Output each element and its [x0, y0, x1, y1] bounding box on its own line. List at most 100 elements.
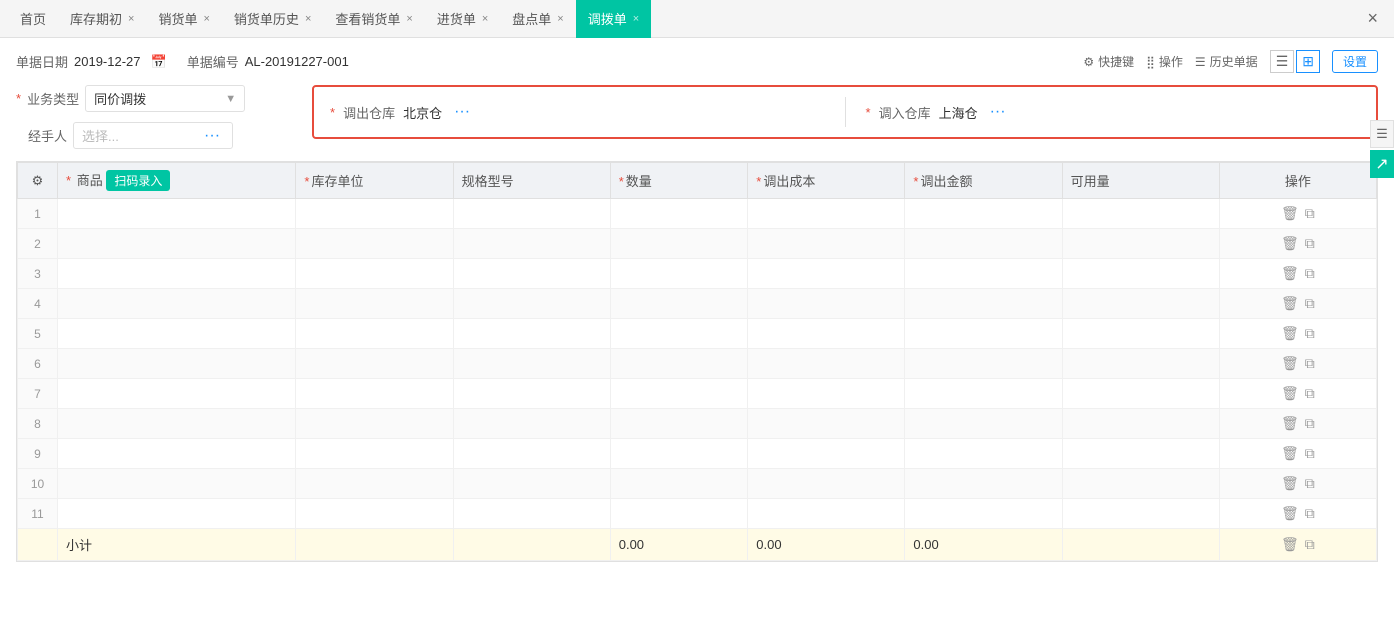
available-cell-2[interactable] [1062, 229, 1219, 259]
available-cell-11[interactable] [1062, 499, 1219, 529]
available-cell-9[interactable] [1062, 439, 1219, 469]
amount-cell-11[interactable] [905, 499, 1062, 529]
copy-row-2[interactable]: ⧉ [1305, 235, 1315, 252]
unit-cell-11[interactable] [296, 499, 453, 529]
spec-cell-5[interactable] [453, 319, 610, 349]
copy-row-8[interactable]: ⧉ [1305, 415, 1315, 432]
available-cell-7[interactable] [1062, 379, 1219, 409]
qty-cell-1[interactable] [610, 199, 748, 229]
goods-cell-4[interactable] [58, 289, 296, 319]
spec-cell-10[interactable] [453, 469, 610, 499]
delete-row-2[interactable]: 🗑 [1281, 235, 1299, 252]
tab-inventory-init[interactable]: 库存期初 × [58, 0, 146, 38]
qty-cell-6[interactable] [610, 349, 748, 379]
spec-cell-11[interactable] [453, 499, 610, 529]
tab-close-sales-history[interactable]: × [305, 13, 311, 25]
calendar-icon[interactable]: 📅 [151, 54, 167, 70]
spec-cell-6[interactable] [453, 349, 610, 379]
tab-transfer[interactable]: 调拨单 × [576, 0, 651, 38]
qty-cell-5[interactable] [610, 319, 748, 349]
amount-cell-7[interactable] [905, 379, 1062, 409]
amount-cell-8[interactable] [905, 409, 1062, 439]
amount-cell-1[interactable] [905, 199, 1062, 229]
spec-cell-7[interactable] [453, 379, 610, 409]
available-cell-5[interactable] [1062, 319, 1219, 349]
goods-cell-6[interactable] [58, 349, 296, 379]
tab-home[interactable]: 首页 [8, 0, 58, 38]
spec-cell-4[interactable] [453, 289, 610, 319]
unit-cell-4[interactable] [296, 289, 453, 319]
delete-row-10[interactable]: 🗑 [1281, 475, 1299, 492]
amount-cell-3[interactable] [905, 259, 1062, 289]
unit-cell-1[interactable] [296, 199, 453, 229]
qty-cell-9[interactable] [610, 439, 748, 469]
qty-cell-10[interactable] [610, 469, 748, 499]
copy-row-1[interactable]: ⧉ [1305, 205, 1315, 222]
view-grid-icon[interactable]: ⊞ [1296, 50, 1320, 73]
in-warehouse-ellipsis[interactable]: ··· [986, 103, 1010, 121]
amount-cell-10[interactable] [905, 469, 1062, 499]
tab-close-sales-order[interactable]: × [203, 13, 209, 25]
amount-cell-4[interactable] [905, 289, 1062, 319]
cost-cell-1[interactable] [748, 199, 905, 229]
handler-ellipsis[interactable]: ··· [200, 127, 224, 145]
delete-row-8[interactable]: 🗑 [1281, 415, 1299, 432]
cost-cell-2[interactable] [748, 229, 905, 259]
unit-cell-9[interactable] [296, 439, 453, 469]
out-warehouse-ellipsis[interactable]: ··· [450, 103, 474, 121]
available-cell-4[interactable] [1062, 289, 1219, 319]
copy-row-10[interactable]: ⧉ [1305, 475, 1315, 492]
qty-cell-7[interactable] [610, 379, 748, 409]
unit-cell-7[interactable] [296, 379, 453, 409]
goods-cell-1[interactable] [58, 199, 296, 229]
tab-close-view-sales[interactable]: × [406, 13, 412, 25]
delete-row-3[interactable]: 🗑 [1281, 265, 1299, 282]
sidebar-list-icon[interactable]: ☰ [1370, 120, 1394, 148]
spec-cell-3[interactable] [453, 259, 610, 289]
available-cell-10[interactable] [1062, 469, 1219, 499]
subtotal-copy[interactable]: ⧉ [1305, 536, 1315, 553]
amount-cell-9[interactable] [905, 439, 1062, 469]
copy-row-6[interactable]: ⧉ [1305, 355, 1315, 372]
available-cell-6[interactable] [1062, 349, 1219, 379]
unit-cell-6[interactable] [296, 349, 453, 379]
history-action[interactable]: ☰ 历史单据 [1195, 53, 1258, 70]
tab-close-inventory-init[interactable]: × [128, 13, 134, 25]
tab-sales-history[interactable]: 销货单历史 × [222, 0, 323, 38]
qty-cell-8[interactable] [610, 409, 748, 439]
copy-row-9[interactable]: ⧉ [1305, 445, 1315, 462]
spec-cell-8[interactable] [453, 409, 610, 439]
unit-cell-10[interactable] [296, 469, 453, 499]
copy-row-3[interactable]: ⧉ [1305, 265, 1315, 282]
delete-row-5[interactable]: 🗑 [1281, 325, 1299, 342]
goods-cell-11[interactable] [58, 499, 296, 529]
goods-cell-7[interactable] [58, 379, 296, 409]
copy-row-5[interactable]: ⧉ [1305, 325, 1315, 342]
unit-cell-8[interactable] [296, 409, 453, 439]
shortcut-action[interactable]: ⚙ 快捷键 [1083, 53, 1134, 70]
cost-cell-10[interactable] [748, 469, 905, 499]
qty-cell-4[interactable] [610, 289, 748, 319]
cost-cell-11[interactable] [748, 499, 905, 529]
delete-row-9[interactable]: 🗑 [1281, 445, 1299, 462]
delete-row-11[interactable]: 🗑 [1281, 505, 1299, 522]
gear-icon[interactable]: ⚙ [32, 173, 44, 188]
tab-close-transfer[interactable]: × [633, 13, 639, 25]
handler-select[interactable]: 选择... ··· [73, 122, 233, 149]
goods-cell-10[interactable] [58, 469, 296, 499]
unit-cell-3[interactable] [296, 259, 453, 289]
copy-row-7[interactable]: ⧉ [1305, 385, 1315, 402]
cost-cell-9[interactable] [748, 439, 905, 469]
amount-cell-2[interactable] [905, 229, 1062, 259]
qty-cell-3[interactable] [610, 259, 748, 289]
available-cell-1[interactable] [1062, 199, 1219, 229]
view-list-icon[interactable]: ☰ [1270, 50, 1295, 73]
delete-row-7[interactable]: 🗑 [1281, 385, 1299, 402]
biz-type-select[interactable]: 同价调拨 ▼ [85, 85, 245, 112]
amount-cell-6[interactable] [905, 349, 1062, 379]
cost-cell-8[interactable] [748, 409, 905, 439]
settings-button[interactable]: 设置 [1332, 50, 1378, 73]
delete-row-1[interactable]: 🗑 [1281, 205, 1299, 222]
goods-cell-9[interactable] [58, 439, 296, 469]
copy-row-4[interactable]: ⧉ [1305, 295, 1315, 312]
